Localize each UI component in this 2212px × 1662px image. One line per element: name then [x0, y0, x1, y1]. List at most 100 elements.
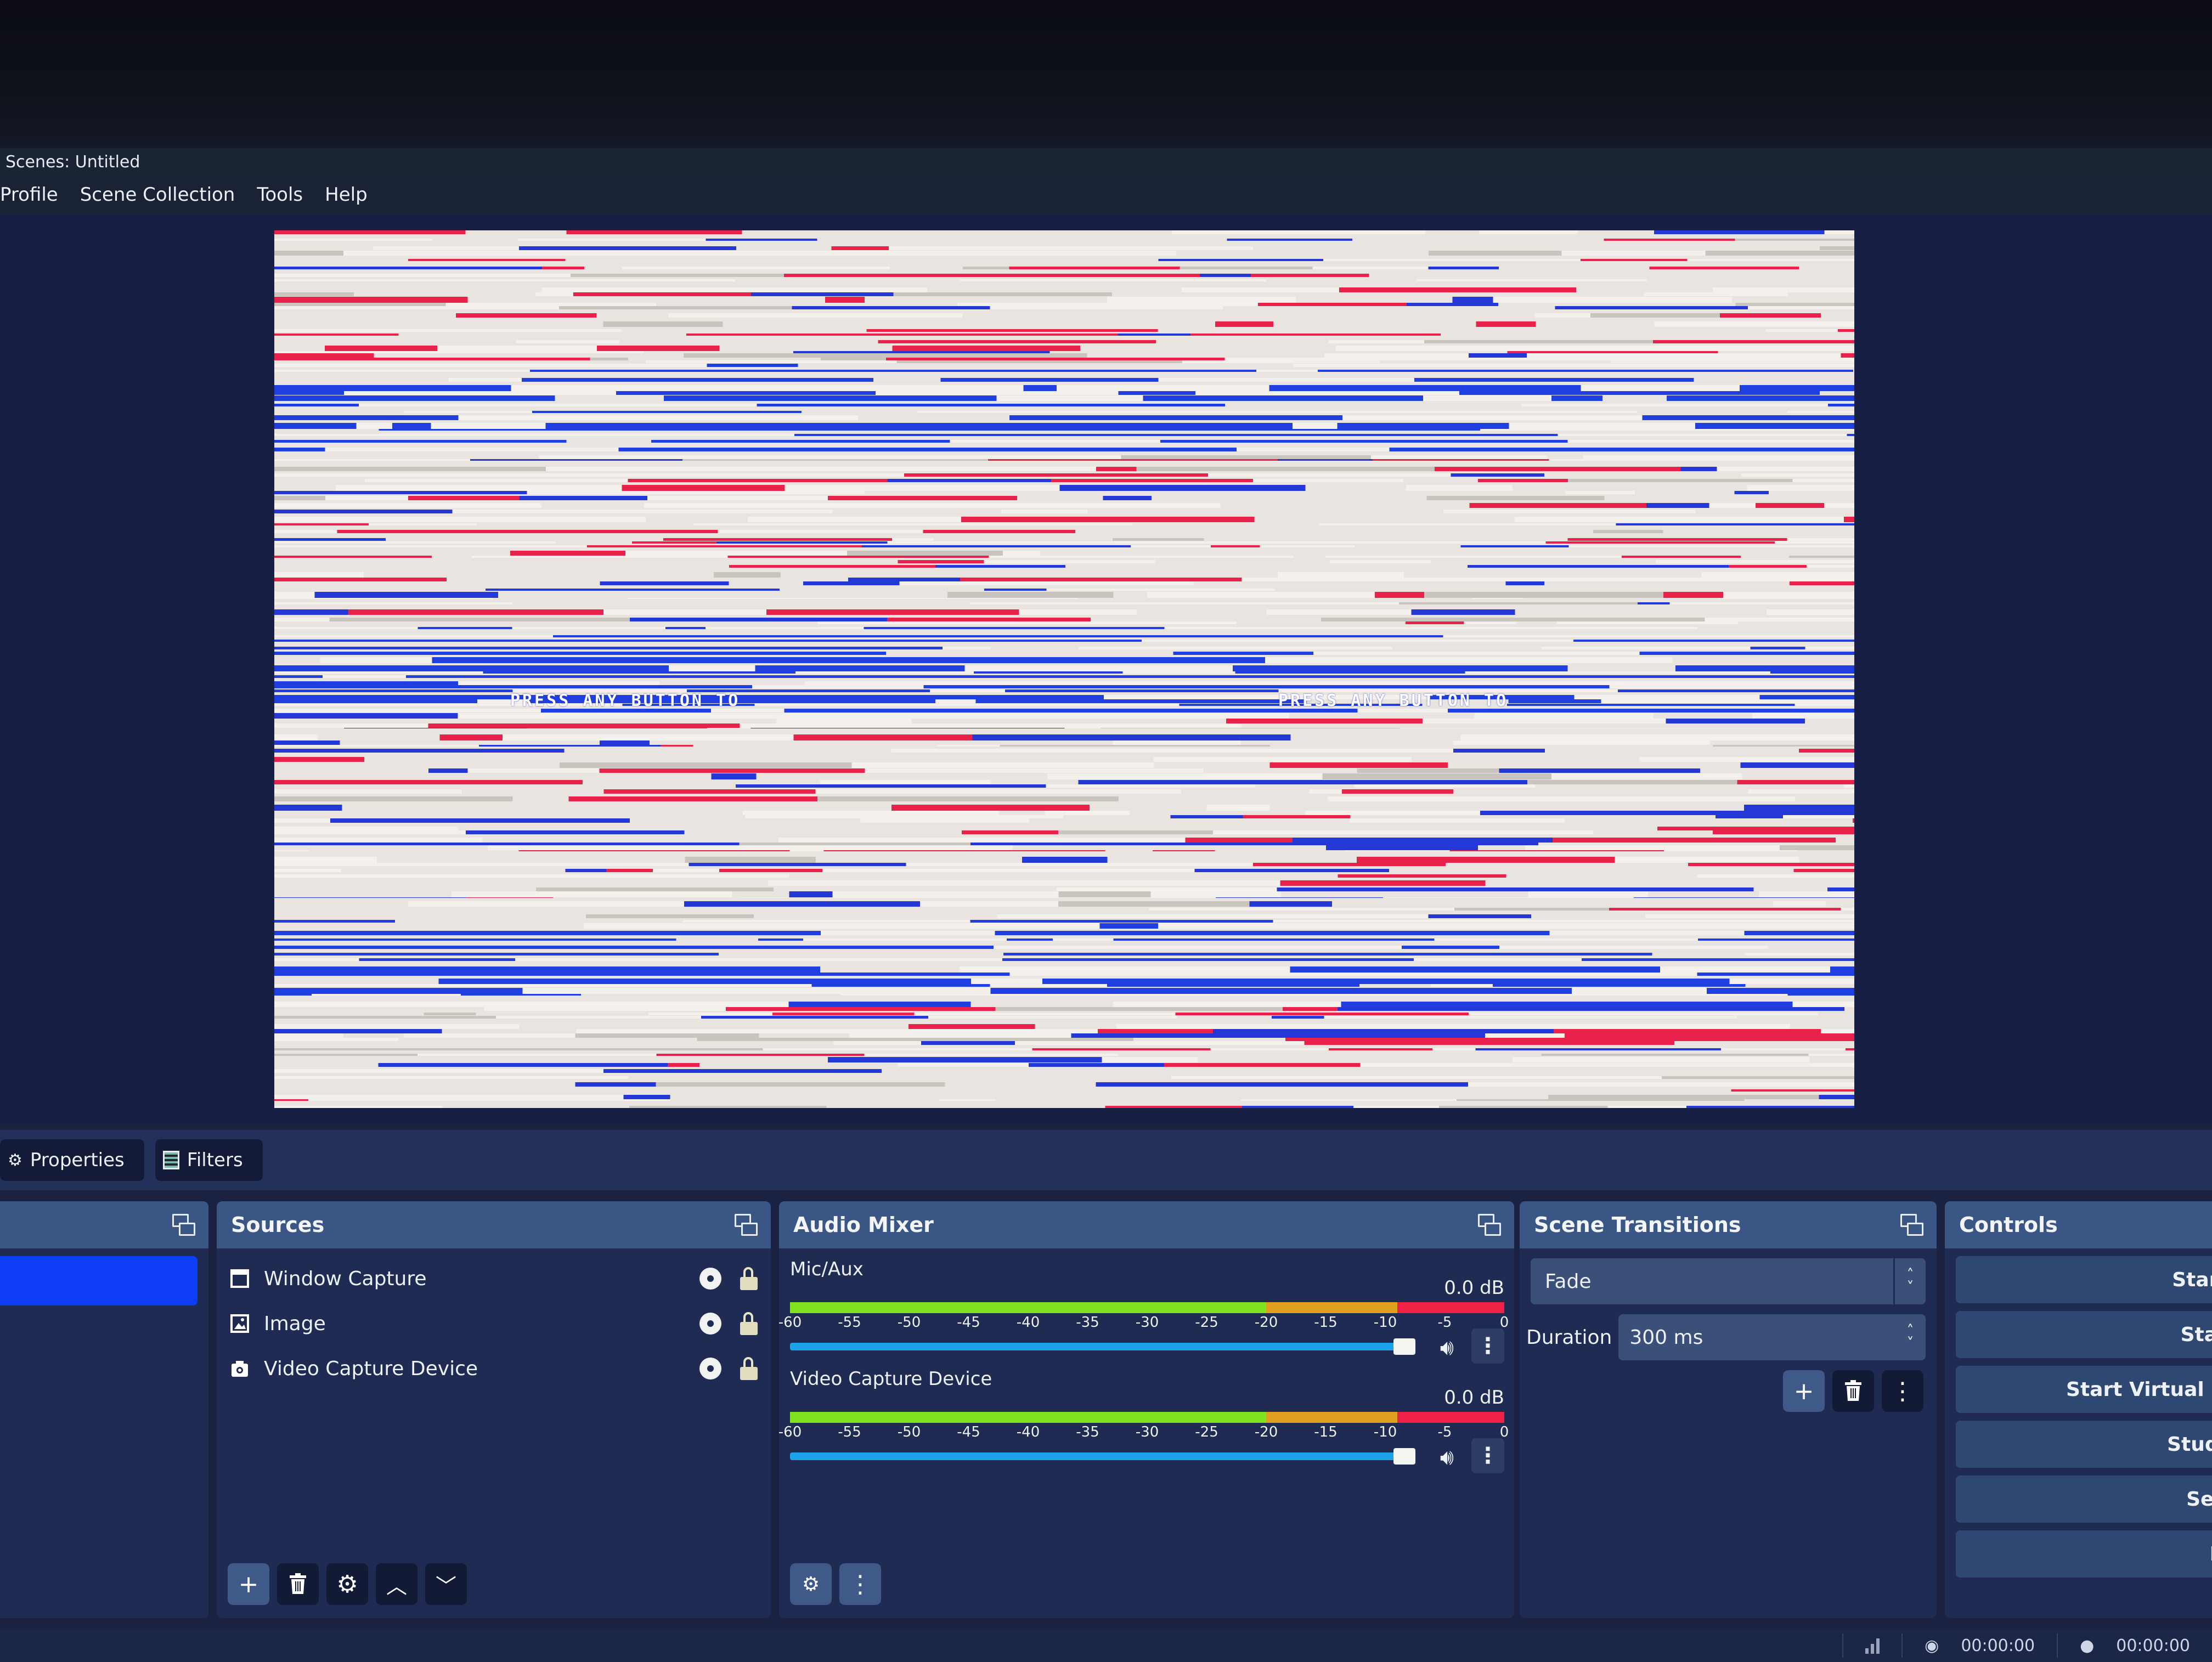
audio-mixer-header: Audio Mixer — [779, 1201, 1514, 1248]
source-properties-button[interactable]: ⚙ — [326, 1563, 368, 1605]
status-divider — [2057, 1633, 2058, 1658]
duration-spinbox[interactable]: 300 ms ˄ ˅ — [1618, 1314, 1926, 1360]
advanced-audio-button[interactable]: ⚙ — [790, 1563, 832, 1605]
undock-icon[interactable] — [1478, 1214, 1501, 1236]
preview-glitch-band — [274, 577, 1854, 581]
controls-dock: Controls Start Streaming Start Recording… — [1945, 1201, 2212, 1618]
menu-tools[interactable]: Tools — [257, 184, 303, 206]
preview-glitch-band — [274, 1002, 1854, 1007]
menu-scene-collection[interactable]: Scene Collection — [80, 184, 235, 206]
preview-glitch-band — [274, 411, 1854, 413]
mixer-menu-button[interactable]: ⋮ — [839, 1563, 881, 1605]
add-transition-button[interactable]: + — [1783, 1370, 1825, 1412]
preview-glitch-band — [274, 946, 1854, 949]
properties-label: Properties — [30, 1149, 125, 1171]
button-label: Start Streaming — [2172, 1268, 2212, 1291]
meter-tick-label: -15 — [1314, 1314, 1338, 1331]
preview-glitch-band — [274, 920, 1854, 923]
preview-glitch-band — [274, 538, 1854, 541]
transition-toolbar: + ⋮ — [1520, 1370, 1923, 1412]
visibility-eye-icon[interactable] — [699, 1358, 721, 1380]
source-item[interactable]: Video Capture Device — [230, 1346, 758, 1391]
lock-icon[interactable] — [740, 1267, 758, 1290]
preview-glitch-band — [274, 1082, 1854, 1087]
move-up-button[interactable]: ︿ — [376, 1563, 417, 1605]
filters-button[interactable]: Filters — [155, 1139, 263, 1181]
preview-glitch-band — [274, 523, 1854, 525]
volume-slider[interactable] — [790, 1448, 1415, 1465]
volume-slider[interactable] — [790, 1338, 1415, 1355]
source-toolbar: ⚙ Properties Filters — [0, 1130, 2212, 1190]
remove-transition-button[interactable] — [1832, 1370, 1874, 1412]
visibility-eye-icon[interactable] — [699, 1268, 721, 1290]
start-recording-button[interactable]: Start Recording — [1956, 1311, 2212, 1358]
undock-icon[interactable] — [1900, 1214, 1923, 1236]
preview-glitch-band — [274, 657, 1854, 663]
meter-tick-label: -30 — [1135, 1314, 1159, 1331]
preview-glitch-band — [274, 378, 1854, 382]
meter-tick-label: -5 — [1437, 1424, 1452, 1440]
slider-handle[interactable] — [1393, 1448, 1415, 1465]
controls-title: Controls — [1959, 1213, 2058, 1237]
kebab-menu-icon: ⋮ — [1891, 1377, 1915, 1405]
channel-db: 0.0 dB — [1444, 1277, 1504, 1299]
start-streaming-button[interactable]: Start Streaming — [1956, 1256, 2212, 1303]
studio-mode-button[interactable]: Studio Mode — [1956, 1421, 2212, 1468]
slider-handle[interactable] — [1393, 1338, 1415, 1355]
properties-button[interactable]: ⚙ Properties — [0, 1139, 144, 1181]
meter-tick-label: -60 — [778, 1424, 802, 1440]
preview-glitch-band — [274, 887, 1854, 891]
meter-tick-label: -40 — [1016, 1314, 1040, 1331]
menu-help[interactable]: Help — [325, 184, 368, 206]
meter-tick-label: -25 — [1195, 1314, 1218, 1331]
duration-value: 300 ms — [1629, 1326, 1703, 1349]
spin-arrows-icon[interactable]: ˄ ˅ — [1895, 1314, 1926, 1360]
preview-glitch-band — [274, 880, 1854, 886]
exit-button[interactable]: Exit — [1956, 1530, 2212, 1578]
speaker-icon[interactable]: 🔊︎ — [1440, 1445, 1454, 1470]
preview-glitch-band — [274, 1106, 1854, 1108]
settings-button[interactable]: Settings — [1956, 1476, 2212, 1523]
preview-glitch-band — [274, 713, 1854, 719]
status-divider — [1901, 1633, 1903, 1658]
move-down-button[interactable]: ﹀ — [425, 1563, 467, 1605]
preview-glitch-band — [274, 340, 1854, 343]
speaker-icon[interactable]: 🔊︎ — [1440, 1335, 1454, 1360]
preview-glitch-band — [274, 640, 1854, 642]
visibility-eye-icon[interactable] — [699, 1313, 721, 1335]
preview-glitch-band — [274, 517, 1854, 522]
preview-glitch-band — [274, 1033, 1854, 1038]
meter-tick-label: -40 — [1016, 1424, 1040, 1440]
transition-value: Fade — [1545, 1270, 1592, 1293]
remove-source-button[interactable] — [277, 1563, 319, 1605]
lock-icon[interactable] — [740, 1312, 758, 1335]
source-item[interactable]: Window Capture — [230, 1256, 758, 1301]
undock-icon[interactable] — [172, 1214, 195, 1236]
preview-glitch-band — [274, 1016, 1854, 1019]
preview-glitch-band — [274, 757, 1854, 762]
chevron-up-icon: ︿ — [386, 1574, 407, 1598]
preview-canvas[interactable]: PRESS ANY BUTTON TO PRESS ANY BUTTON TO — [274, 230, 1854, 1108]
preview-glitch-band — [274, 939, 1854, 941]
preview-glitch-band — [274, 297, 1854, 303]
start-virtual-camera-button[interactable]: Start Virtual Camera — [1956, 1366, 2212, 1413]
preview-glitch-band — [274, 1038, 1854, 1041]
scene-item-selected[interactable] — [0, 1256, 198, 1305]
channel-menu-button[interactable]: ⋮ — [1471, 1438, 1504, 1473]
preview-glitch-band — [274, 473, 1854, 477]
preview-glitch-band — [274, 780, 1854, 784]
gears-icon: ⚙ — [802, 1573, 820, 1596]
add-source-button[interactable]: + — [228, 1563, 269, 1605]
transition-select[interactable]: Fade ˄ ˅ — [1531, 1258, 1926, 1304]
channel-db: 0.0 dB — [1444, 1387, 1504, 1409]
button-label: Exit — [2210, 1543, 2212, 1565]
lock-icon[interactable] — [740, 1357, 758, 1380]
kebab-menu-icon: ⋮ — [848, 1570, 872, 1598]
preview-glitch-band — [274, 434, 1854, 436]
meter-segment — [1266, 1412, 1397, 1423]
menu-profile[interactable]: Profile — [0, 184, 58, 206]
undock-icon[interactable] — [735, 1214, 758, 1236]
preview-area: PRESS ANY BUTTON TO PRESS ANY BUTTON TO — [0, 214, 2212, 1124]
source-item[interactable]: Image — [230, 1301, 758, 1346]
transition-menu-button[interactable]: ⋮ — [1882, 1370, 1923, 1412]
